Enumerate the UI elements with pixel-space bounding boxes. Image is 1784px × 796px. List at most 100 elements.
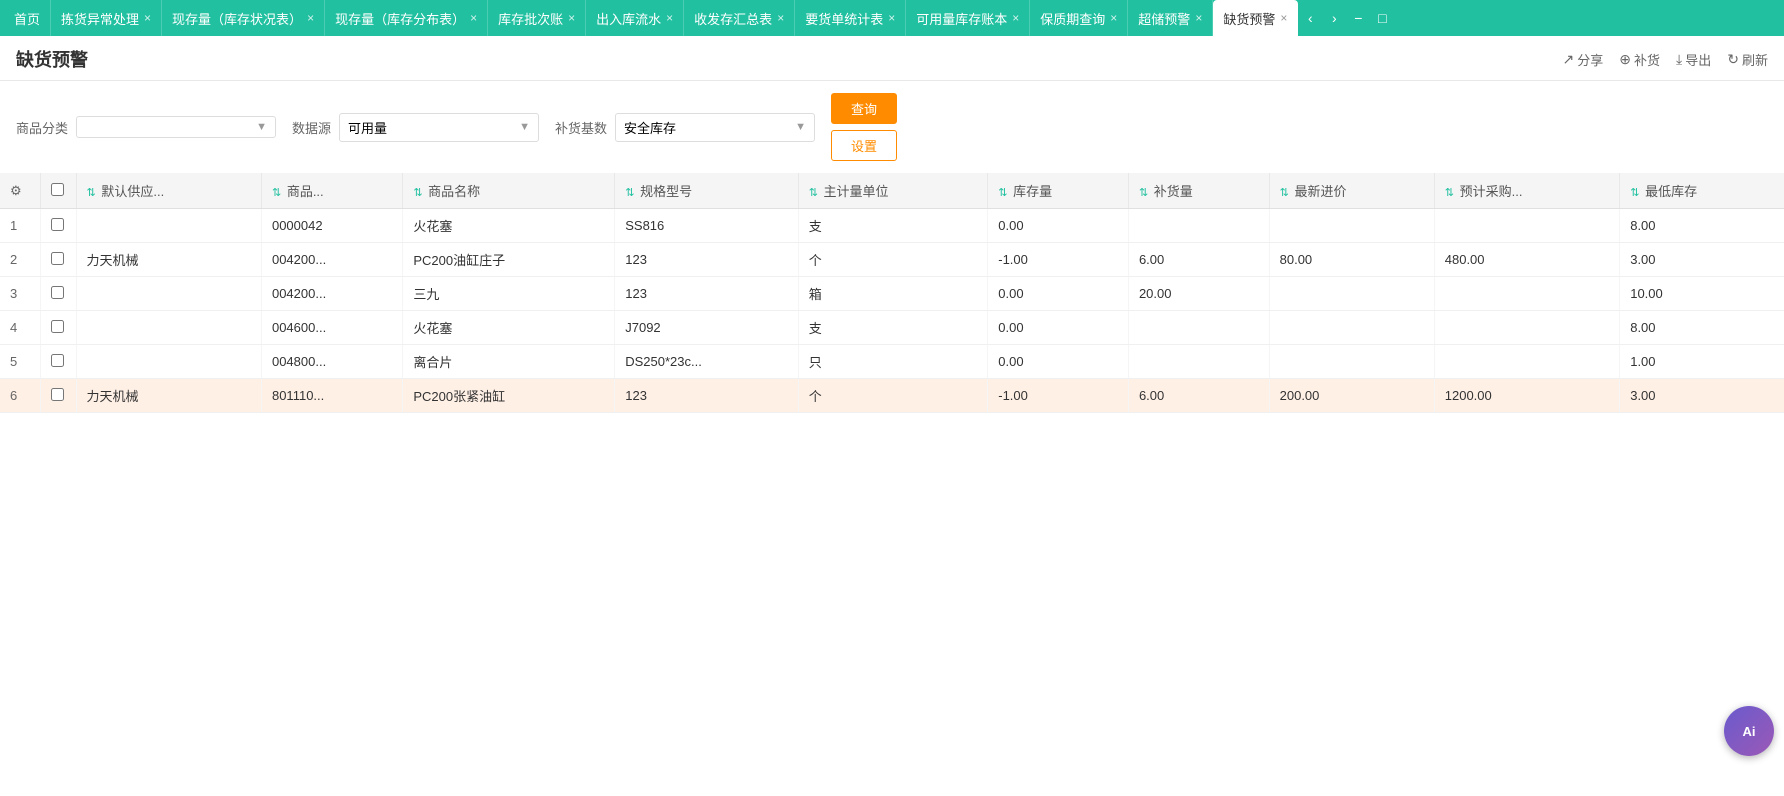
cell-min-stock: 3.00 (1620, 379, 1784, 413)
tab-close-icon[interactable]: × (1110, 11, 1117, 25)
cell-supplier: 力天机械 (76, 243, 261, 277)
table-row[interactable]: 1 0000042 火花塞 SS816 支 0.00 8.00 (0, 209, 1784, 243)
sort-icon: ⇅ (1280, 187, 1289, 199)
tab-shortage[interactable]: 缺货预警 × (1213, 0, 1298, 36)
tab-collection[interactable]: 收发存汇总表 × (684, 0, 795, 36)
tab-expiry[interactable]: 保质期查询 × (1030, 0, 1128, 36)
replenish-action[interactable]: ⊕ 补货 (1619, 50, 1660, 69)
cell-num: 2 (0, 243, 40, 277)
category-select[interactable]: ▼ (76, 116, 276, 138)
cell-checkbox[interactable] (40, 379, 76, 413)
col-forecast[interactable]: ⇅ 预计采购... (1434, 173, 1619, 209)
settings-gear-icon[interactable]: ⚙ (10, 183, 22, 198)
share-action[interactable]: ↗ 分享 (1563, 50, 1604, 69)
cell-stock: -1.00 (988, 243, 1129, 277)
cell-stock: 0.00 (988, 209, 1129, 243)
cell-checkbox[interactable] (40, 345, 76, 379)
refresh-action[interactable]: ↻ 刷新 (1727, 50, 1768, 69)
cell-replenish (1128, 209, 1269, 243)
tab-close-icon[interactable]: × (307, 11, 314, 25)
row-checkbox[interactable] (51, 252, 64, 265)
cell-spec: DS250*23c... (615, 345, 798, 379)
tab-inout[interactable]: 出入库流水 × (586, 0, 684, 36)
row-checkbox[interactable] (51, 354, 64, 367)
row-checkbox[interactable] (51, 320, 64, 333)
cell-checkbox[interactable] (40, 277, 76, 311)
cell-checkbox[interactable] (40, 209, 76, 243)
tab-next-btn[interactable]: › (1322, 0, 1346, 36)
col-latest-price[interactable]: ⇅ 最新进价 (1269, 173, 1434, 209)
datasource-label: 数据源 (292, 118, 331, 137)
sort-icon: ⇅ (625, 187, 634, 199)
col-code[interactable]: ⇅ 商品... (261, 173, 402, 209)
tab-close-icon[interactable]: × (1280, 11, 1287, 25)
tab-overstock[interactable]: 超储预警 × (1128, 0, 1213, 36)
tab-close-icon[interactable]: × (470, 11, 477, 25)
table-row[interactable]: 5 004800... 离合片 DS250*23c... 只 0.00 1.00 (0, 345, 1784, 379)
datasource-select[interactable]: 可用量 ▼ (339, 113, 539, 142)
col-name[interactable]: ⇅ 商品名称 (403, 173, 615, 209)
cell-spec: J7092 (615, 311, 798, 345)
cell-checkbox[interactable] (40, 243, 76, 277)
ai-button[interactable]: Ai (1724, 706, 1774, 756)
tab-close-icon[interactable]: × (777, 11, 784, 25)
row-checkbox[interactable] (51, 218, 64, 231)
table-row[interactable]: 3 004200... 三九 123 箱 0.00 20.00 10.00 (0, 277, 1784, 311)
col-replenish-label: 补货量 (1154, 184, 1193, 199)
cell-code: 004800... (261, 345, 402, 379)
tab-close-icon[interactable]: × (666, 11, 673, 25)
cell-forecast (1434, 209, 1619, 243)
tab-inventory-status[interactable]: 现存量（库存状况表） × (162, 0, 325, 36)
table-row[interactable]: 6 力天机械 801110... PC200张紧油缸 123 个 -1.00 6… (0, 379, 1784, 413)
tab-label: 缺货预警 (1223, 9, 1275, 28)
tab-close-icon[interactable]: × (1012, 11, 1019, 25)
col-unit[interactable]: ⇅ 主计量单位 (798, 173, 988, 209)
export-action[interactable]: ⤓ 导出 (1676, 50, 1711, 69)
cell-supplier: 力天机械 (76, 379, 261, 413)
sort-icon: ⇅ (1139, 187, 1148, 199)
tab-close-icon[interactable]: × (888, 11, 895, 25)
replenish-chevron-icon: ▼ (795, 121, 806, 133)
cell-name: 三九 (403, 277, 615, 311)
replenish-select[interactable]: 安全库存 ▼ (615, 113, 815, 142)
tab-prev-btn[interactable]: ‹ (1298, 0, 1322, 36)
row-checkbox[interactable] (51, 388, 64, 401)
col-spec-label: 规格型号 (640, 184, 692, 199)
tab-close-icon[interactable]: × (144, 11, 151, 25)
table-row[interactable]: 4 004600... 火花塞 J7092 支 0.00 8.00 (0, 311, 1784, 345)
tab-maximize-btn[interactable]: □ (1370, 0, 1394, 36)
cell-unit: 箱 (798, 277, 988, 311)
col-replenish[interactable]: ⇅ 补货量 (1128, 173, 1269, 209)
tab-home[interactable]: 首页 (4, 0, 51, 36)
col-supplier[interactable]: ⇅ 默认供应... (76, 173, 261, 209)
tab-batch[interactable]: 库存批次账 × (488, 0, 586, 36)
table-row[interactable]: 2 力天机械 004200... PC200油缸庄子 123 个 -1.00 6… (0, 243, 1784, 277)
tab-available[interactable]: 可用量库存账本 × (906, 0, 1030, 36)
tab-minimize-btn[interactable]: − (1346, 0, 1370, 36)
cell-num: 3 (0, 277, 40, 311)
col-code-label: 商品... (287, 184, 324, 199)
query-button[interactable]: 查询 (831, 93, 897, 124)
col-settings[interactable]: ⚙ (0, 173, 40, 209)
cell-latest-price (1269, 209, 1434, 243)
col-name-label: 商品名称 (428, 184, 480, 199)
tab-demand[interactable]: 要货单统计表 × (795, 0, 906, 36)
col-min-stock[interactable]: ⇅ 最低库存 (1620, 173, 1784, 209)
replenish-label: 补货基数 (555, 118, 607, 137)
tab-label: 超储预警 (1138, 9, 1190, 28)
tab-close-icon[interactable]: × (568, 11, 575, 25)
tab-abnormal[interactable]: 拣货异常处理 × (51, 0, 162, 36)
settings-button[interactable]: 设置 (831, 130, 897, 161)
tab-label: 出入库流水 (596, 9, 661, 28)
col-spec[interactable]: ⇅ 规格型号 (615, 173, 798, 209)
sort-icon: ⇅ (87, 187, 96, 199)
select-all-checkbox[interactable] (51, 183, 64, 196)
row-checkbox[interactable] (51, 286, 64, 299)
cell-checkbox[interactable] (40, 311, 76, 345)
cell-code: 801110... (261, 379, 402, 413)
col-stock[interactable]: ⇅ 库存量 (988, 173, 1129, 209)
tab-inventory-dist[interactable]: 现存量（库存分布表） × (325, 0, 488, 36)
sort-icon: ⇅ (998, 187, 1007, 199)
cell-unit: 支 (798, 209, 988, 243)
tab-close-icon[interactable]: × (1195, 11, 1202, 25)
